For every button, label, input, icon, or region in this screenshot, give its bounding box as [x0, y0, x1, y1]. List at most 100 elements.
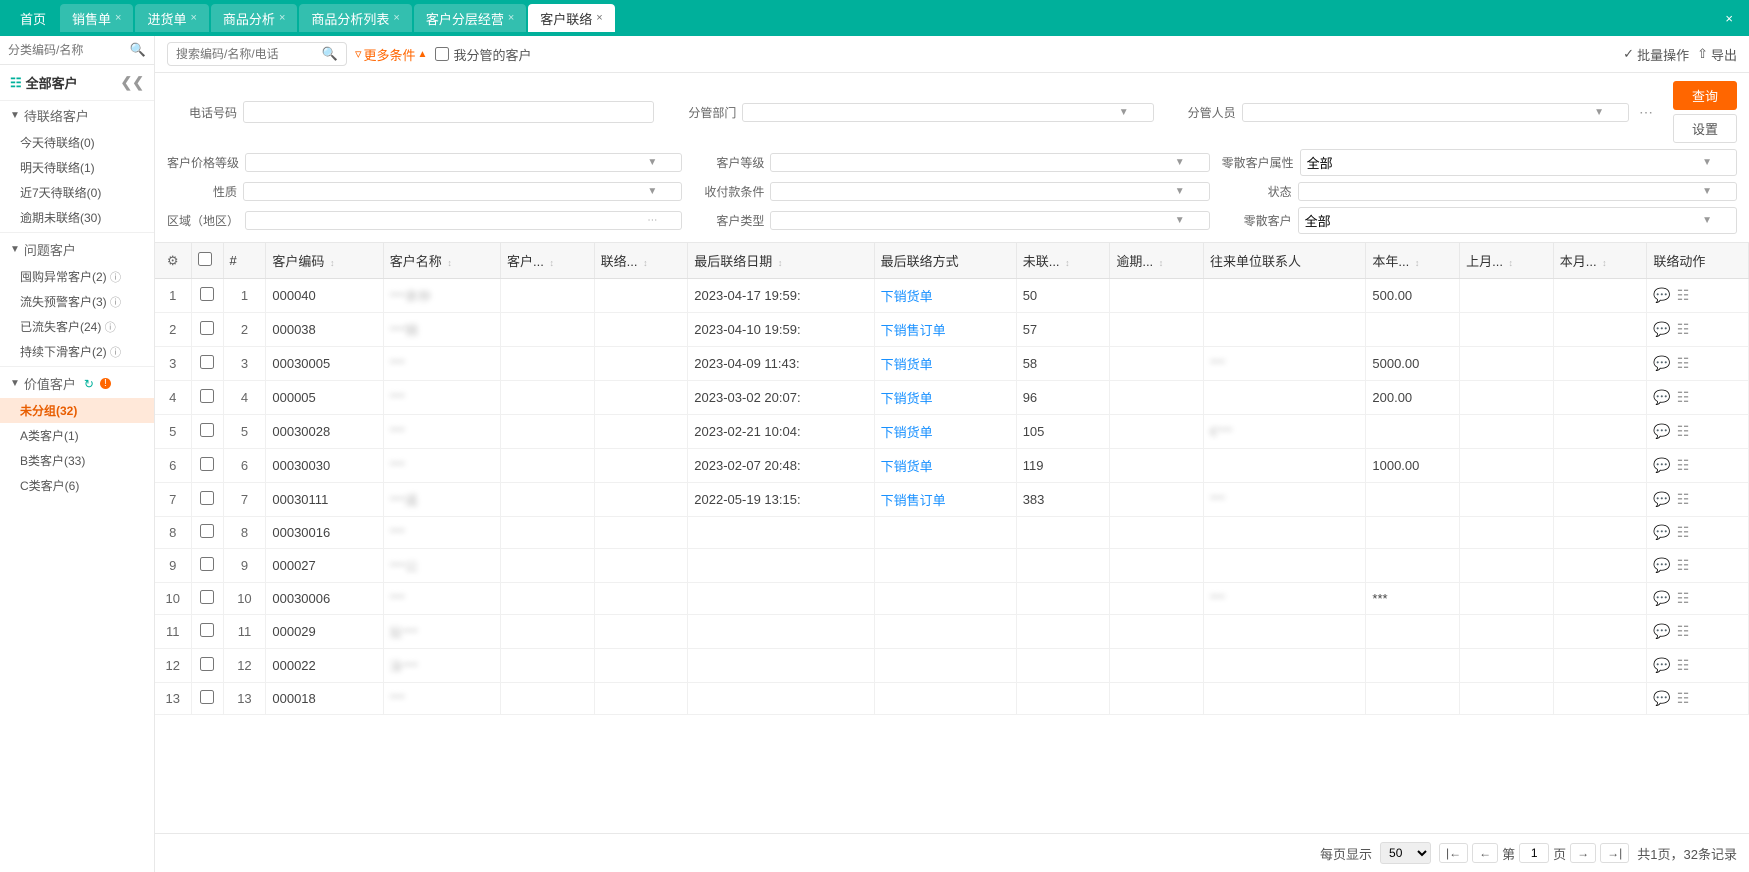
row-last-method-cell[interactable]: 下销货单: [874, 347, 1016, 381]
last-page-button[interactable]: →|: [1600, 843, 1629, 863]
row-last-method-cell[interactable]: [874, 583, 1016, 615]
row-chat-icon[interactable]: 💬: [1653, 355, 1670, 372]
first-page-button[interactable]: |←: [1439, 843, 1468, 863]
query-button[interactable]: 查询: [1673, 81, 1737, 110]
row-more-icon[interactable]: ☷: [1677, 287, 1690, 304]
row-checkbox[interactable]: [200, 423, 214, 437]
row-chat-icon[interactable]: 💬: [1653, 457, 1670, 474]
sidebar-item-no-group[interactable]: 未分组(32): [0, 398, 154, 423]
uncontacted-column-header[interactable]: 未联... ↕: [1016, 243, 1110, 279]
tab-analysis-list[interactable]: 商品分析列表 ×: [299, 4, 411, 32]
row-last-method-cell[interactable]: [874, 615, 1016, 649]
tab-sales[interactable]: 销售单 ×: [60, 4, 133, 32]
select-all-checkbox[interactable]: [198, 252, 212, 266]
type-column-header[interactable]: 客户... ↕: [501, 243, 595, 279]
row-chat-icon[interactable]: 💬: [1653, 423, 1670, 440]
tab-analysis-list-close[interactable]: ×: [393, 12, 399, 24]
next-page-button[interactable]: →: [1570, 843, 1596, 863]
row-last-method-cell[interactable]: [874, 517, 1016, 549]
tab-customer-contact-close[interactable]: ×: [596, 12, 602, 24]
row-more-icon[interactable]: ☷: [1677, 355, 1690, 372]
my-customers-checkbox[interactable]: 我分管的客户: [435, 45, 531, 64]
row-checkbox-cell[interactable]: [191, 517, 223, 549]
row-more-icon[interactable]: ☷: [1677, 457, 1690, 474]
row-more-icon[interactable]: ☷: [1677, 623, 1690, 640]
my-customers-check[interactable]: [435, 47, 449, 61]
value-refresh-icon[interactable]: ↻: [84, 377, 94, 391]
window-close-button[interactable]: ×: [1717, 11, 1741, 26]
row-checkbox[interactable]: [200, 491, 214, 505]
row-last-method-cell[interactable]: 下销货单: [874, 279, 1016, 313]
tab-purchase-close[interactable]: ×: [190, 12, 196, 24]
row-method-link[interactable]: 下销货单: [881, 357, 933, 372]
filter-price-level-select[interactable]: ▼: [245, 153, 682, 172]
filter-scatter-select[interactable]: 全部 ▼: [1298, 207, 1737, 234]
page-size-select[interactable]: 50 100 200: [1380, 842, 1431, 864]
filter-search-box[interactable]: 🔍: [167, 42, 347, 66]
code-column-header[interactable]: 客户编码 ↕: [266, 243, 383, 279]
filter-region-select[interactable]: ⋯: [245, 211, 682, 230]
sidebar-item-7days-wait[interactable]: 近7天待联络(0): [0, 180, 154, 205]
row-checkbox[interactable]: [200, 657, 214, 671]
tab-analysis[interactable]: 商品分析 ×: [211, 4, 297, 32]
filter-search-input[interactable]: [176, 47, 318, 61]
row-checkbox-cell[interactable]: [191, 583, 223, 615]
row-checkbox[interactable]: [200, 287, 214, 301]
last-date-column-header[interactable]: 最后联络日期 ↕: [688, 243, 874, 279]
row-chat-icon[interactable]: 💬: [1653, 321, 1670, 338]
manager-dots-icon[interactable]: ⋯: [1639, 104, 1653, 121]
row-chat-icon[interactable]: 💬: [1653, 491, 1670, 508]
filter-customer-level-select[interactable]: ▼: [770, 153, 1209, 172]
filter-manager-select[interactable]: ▼: [1242, 103, 1629, 122]
row-chat-icon[interactable]: 💬: [1653, 657, 1670, 674]
row-checkbox-cell[interactable]: [191, 549, 223, 583]
batch-op-button[interactable]: ✓ 批量操作: [1623, 45, 1689, 64]
sidebar-item-today-wait[interactable]: 今天待联络(0): [0, 130, 154, 155]
row-last-method-cell[interactable]: [874, 683, 1016, 715]
row-method-link[interactable]: 下销货单: [881, 289, 933, 304]
row-checkbox-cell[interactable]: [191, 449, 223, 483]
row-checkbox-cell[interactable]: [191, 347, 223, 381]
row-checkbox[interactable]: [200, 623, 214, 637]
row-method-link[interactable]: 下销货单: [881, 425, 933, 440]
row-method-link[interactable]: 下销售订单: [881, 323, 946, 338]
page-input[interactable]: [1519, 843, 1549, 863]
settings-column-header[interactable]: ⚙: [155, 243, 191, 279]
filter-nature-select[interactable]: ▼: [243, 182, 682, 201]
row-checkbox-cell[interactable]: [191, 313, 223, 347]
row-more-icon[interactable]: ☷: [1677, 690, 1690, 707]
row-checkbox[interactable]: [200, 355, 214, 369]
row-checkbox-cell[interactable]: [191, 649, 223, 683]
row-method-link[interactable]: 下销货单: [881, 391, 933, 406]
sidebar-item-hoarding[interactable]: 囤购异常客户(2) ⓘ: [0, 264, 154, 289]
row-last-method-cell[interactable]: [874, 549, 1016, 583]
sidebar-item-c-class[interactable]: C类客户(6): [0, 473, 154, 498]
sidebar-item-a-class[interactable]: A类客户(1): [0, 423, 154, 448]
sidebar-item-overdue-wait[interactable]: 逾期未联络(30): [0, 205, 154, 230]
row-checkbox-cell[interactable]: [191, 483, 223, 517]
filter-payment-select[interactable]: ▼: [770, 182, 1209, 201]
row-method-link[interactable]: 下销售订单: [881, 493, 946, 508]
row-method-link[interactable]: 下销货单: [881, 459, 933, 474]
row-last-method-cell[interactable]: 下销售订单: [874, 313, 1016, 347]
filter-status-select[interactable]: ▼: [1298, 182, 1737, 201]
sidebar-collapse-icon[interactable]: ❮❮: [121, 74, 144, 91]
prev-page-button[interactable]: ←: [1472, 843, 1498, 863]
row-checkbox[interactable]: [200, 389, 214, 403]
tab-customer-contact[interactable]: 客户联络 ×: [528, 4, 614, 32]
contact-column-header[interactable]: 联络... ↕: [594, 243, 688, 279]
tab-customer-tier-close[interactable]: ×: [508, 12, 514, 24]
row-chat-icon[interactable]: 💬: [1653, 389, 1670, 406]
row-checkbox[interactable]: [200, 590, 214, 604]
row-chat-icon[interactable]: 💬: [1653, 590, 1670, 607]
row-checkbox[interactable]: [200, 524, 214, 538]
row-last-method-cell[interactable]: 下销货单: [874, 449, 1016, 483]
sidebar-section-problem[interactable]: ▼ 问题客户: [0, 235, 154, 264]
row-checkbox-cell[interactable]: [191, 381, 223, 415]
row-chat-icon[interactable]: 💬: [1653, 623, 1670, 640]
filter-scatter-attr-select[interactable]: 全部 ▼: [1300, 149, 1737, 176]
row-more-icon[interactable]: ☷: [1677, 557, 1690, 574]
row-more-icon[interactable]: ☷: [1677, 423, 1690, 440]
tab-home[interactable]: 首页: [8, 4, 58, 32]
row-checkbox[interactable]: [200, 557, 214, 571]
